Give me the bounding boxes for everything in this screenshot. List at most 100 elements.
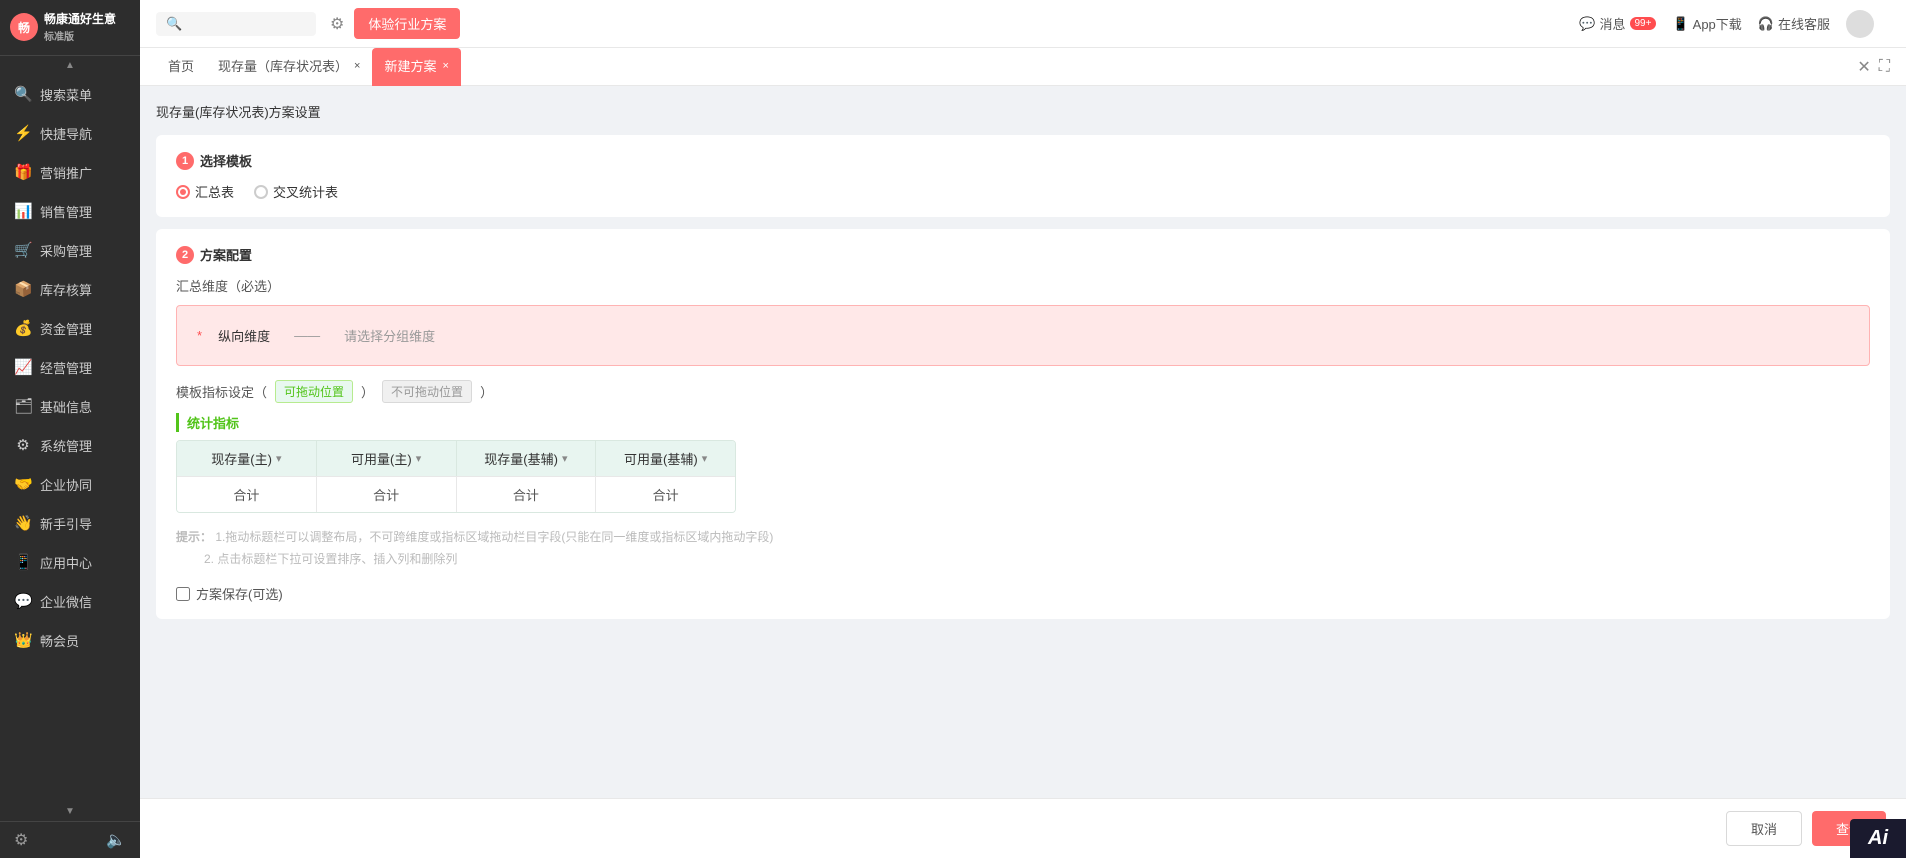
stats-table-header: 现存量(主)▾可用量(主)▾现存量(基辅)▾可用量(基辅)▾ xyxy=(177,441,735,476)
sidebar-apps-icon: 📱 xyxy=(14,553,32,571)
search-icon: 🔍 xyxy=(166,16,182,32)
stats-cell-1: 合计 xyxy=(317,476,457,512)
logo-icon: 畅 xyxy=(10,13,38,41)
indicator-settings-label: 模板指标设定（ 可拖动位置 ） 不可拖动位置 ） xyxy=(176,380,1870,403)
radio-summary-dot xyxy=(176,185,190,199)
dimension-area[interactable]: * 纵向维度 —— 请选择分组维度 xyxy=(176,305,1870,366)
sidebar-basic-label: 基础信息 xyxy=(40,397,92,416)
tab-inventory-status-label: 现存量（库存状况表） xyxy=(218,56,348,75)
sidebar-item-sales[interactable]: 📊 销售管理 xyxy=(0,192,140,231)
tab-inventory-status[interactable]: 现存量（库存状况表） × xyxy=(206,48,372,86)
page-title: 现存量(库存状况表)方案设置 xyxy=(156,102,1890,121)
stats-header-0[interactable]: 现存量(主)▾ xyxy=(177,441,317,476)
sidebar-shortcut-label: 快捷导航 xyxy=(40,124,92,143)
sidebar-item-apps[interactable]: 📱 应用中心 xyxy=(0,543,140,582)
sidebar-item-finance[interactable]: 💰 资金管理 xyxy=(0,309,140,348)
page-content: 现存量(库存状况表)方案设置 1 选择模板 汇总表 交叉统计表 2 xyxy=(140,86,1906,798)
tab-new-plan[interactable]: 新建方案 × xyxy=(372,48,460,86)
tab-expand-icon[interactable]: ⛶ xyxy=(1879,58,1890,76)
app-label: App下载 xyxy=(1693,14,1742,33)
app-name: 畅康通好生意 xyxy=(44,12,116,28)
search-input[interactable] xyxy=(188,17,298,31)
cancel-button[interactable]: 取消 xyxy=(1726,811,1802,846)
sidebar-enterprise-label: 企业协同 xyxy=(40,475,92,494)
step2-section: 2 方案配置 汇总维度（必选） * 纵向维度 —— 请选择分组维度 模板指标设定… xyxy=(156,229,1890,619)
sidebar-item-purchase[interactable]: 🛒 采购管理 xyxy=(0,231,140,270)
tab-new-plan-close[interactable]: × xyxy=(442,60,448,72)
sidebar-inventory-label: 库存核算 xyxy=(40,280,92,299)
sidebar-item-marketing[interactable]: 🎁 营销推广 xyxy=(0,153,140,192)
sidebar-enterprise-icon: 🤝 xyxy=(14,475,32,493)
sidebar-item-member[interactable]: 👑 畅会员 xyxy=(0,621,140,660)
radio-summary[interactable]: 汇总表 xyxy=(176,182,234,201)
sidebar-search-label: 搜索菜单 xyxy=(40,85,92,104)
sidebar-newbie-icon: 👋 xyxy=(14,514,32,532)
dimension-required-mark: * xyxy=(197,328,202,343)
tip-1: 1.拖动标题栏可以调整布局，不可跨维度或指标区域拖动栏目字段(只能在同一维度或指… xyxy=(215,530,773,544)
summary-dimension-label: 汇总维度（必选） xyxy=(176,276,1870,295)
radio-cross[interactable]: 交叉统计表 xyxy=(254,182,338,201)
template-radio-group: 汇总表 交叉统计表 xyxy=(176,182,1870,201)
gear-icon[interactable]: ⚙ xyxy=(330,14,344,34)
sidebar: 畅 畅康通好生意 标准版 ▲ 🔍 搜索菜单 ⚡ 快捷导航 🎁 营销推广 📊 销售… xyxy=(0,0,140,858)
stats-table-row: 合计合计合计合计 xyxy=(177,476,735,512)
sidebar-wechat-label: 企业微信 xyxy=(40,592,92,611)
online-service-button[interactable]: 🎧 在线客服 xyxy=(1758,14,1830,33)
sidebar-sales-label: 销售管理 xyxy=(40,202,92,221)
trial-button[interactable]: 体验行业方案 xyxy=(354,8,460,39)
non-draggable-badge: 不可拖动位置 xyxy=(382,380,472,403)
ai-badge[interactable]: Ai xyxy=(1850,819,1906,858)
sidebar-item-enterprise[interactable]: 🤝 企业协同 xyxy=(0,465,140,504)
sidebar-business-icon: 📈 xyxy=(14,358,32,376)
avatar[interactable] xyxy=(1846,10,1874,38)
stats-header-3[interactable]: 可用量(基辅)▾ xyxy=(596,441,735,476)
save-checkbox[interactable] xyxy=(176,587,190,601)
stats-header-2[interactable]: 现存量(基辅)▾ xyxy=(457,441,597,476)
message-icon: 💬 xyxy=(1579,16,1595,32)
radio-cross-dot xyxy=(254,185,268,199)
service-icon: 🎧 xyxy=(1758,16,1774,32)
app-icon: 📱 xyxy=(1672,16,1688,32)
tab-new-plan-label: 新建方案 xyxy=(384,56,436,75)
sidebar-newbie-label: 新手引导 xyxy=(40,514,92,533)
message-label: 消息 xyxy=(1599,14,1625,33)
message-button[interactable]: 💬 消息 99+ xyxy=(1579,14,1656,33)
tab-home[interactable]: 首页 xyxy=(156,48,206,86)
sidebar-apps-label: 应用中心 xyxy=(40,553,92,572)
app-logo: 畅 畅康通好生意 标准版 xyxy=(0,0,140,56)
stats-header-1[interactable]: 可用量(主)▾ xyxy=(317,441,457,476)
tab-close-all-icon[interactable]: ✕ xyxy=(1857,57,1870,77)
tab-inventory-status-close[interactable]: × xyxy=(354,60,360,72)
tips-section: 提示： 1.拖动标题栏可以调整布局，不可跨维度或指标区域拖动栏目字段(只能在同一… xyxy=(176,527,1870,570)
stats-cell-3: 合计 xyxy=(596,476,735,512)
tabs-bar: 首页 现存量（库存状况表） × 新建方案 × ✕ ⛶ xyxy=(140,48,1906,86)
sidebar-scroll-down[interactable]: ▼ xyxy=(0,802,140,821)
dimension-placeholder: 请选择分组维度 xyxy=(344,326,435,345)
sidebar-scroll-up[interactable]: ▲ xyxy=(0,56,140,75)
step2-title: 2 方案配置 xyxy=(176,245,1870,264)
app-download-button[interactable]: 📱 App下载 xyxy=(1672,14,1741,33)
tip-2: 2. 点击标题栏下拉可设置排序、插入列和删除列 xyxy=(176,549,1870,571)
radio-cross-label: 交叉统计表 xyxy=(273,182,338,201)
app-version: 标准版 xyxy=(44,28,116,43)
stats-table: 现存量(主)▾可用量(主)▾现存量(基辅)▾可用量(基辅)▾ 合计合计合计合计 xyxy=(176,440,736,513)
sidebar-item-search[interactable]: 🔍 搜索菜单 xyxy=(0,75,140,114)
sidebar-item-basic[interactable]: 🗂 基础信息 xyxy=(0,387,140,426)
sidebar-finance-icon: 💰 xyxy=(14,319,32,337)
settings-icon[interactable]: ⚙ xyxy=(14,830,28,850)
step1-section: 1 选择模板 汇总表 交叉统计表 xyxy=(156,135,1890,217)
sidebar-item-inventory[interactable]: 📦 库存核算 xyxy=(0,270,140,309)
sound-icon[interactable]: 🔈 xyxy=(106,830,126,850)
stats-section-label: 统计指标 xyxy=(176,413,1870,432)
chevron-down-icon: ▾ xyxy=(702,452,708,465)
sidebar-nav: 🔍 搜索菜单 ⚡ 快捷导航 🎁 营销推广 📊 销售管理 🛒 采购管理 📦 库存核… xyxy=(0,75,140,802)
sidebar-item-system[interactable]: ⚙ 系统管理 xyxy=(0,426,140,465)
sidebar-marketing-icon: 🎁 xyxy=(14,163,32,181)
sidebar-sales-icon: 📊 xyxy=(14,202,32,220)
sidebar-item-wechat[interactable]: 💬 企业微信 xyxy=(0,582,140,621)
topbar: 🔍 ⚙ 体验行业方案 💬 消息 99+ 📱 App下载 🎧 在线客服 xyxy=(140,0,1906,48)
sidebar-item-shortcut[interactable]: ⚡ 快捷导航 xyxy=(0,114,140,153)
sidebar-item-newbie[interactable]: 👋 新手引导 xyxy=(0,504,140,543)
sidebar-item-business[interactable]: 📈 经营管理 xyxy=(0,348,140,387)
indicator-settings: 模板指标设定（ 可拖动位置 ） 不可拖动位置 ） 统计指标 现存量(主)▾可用量… xyxy=(176,380,1870,513)
